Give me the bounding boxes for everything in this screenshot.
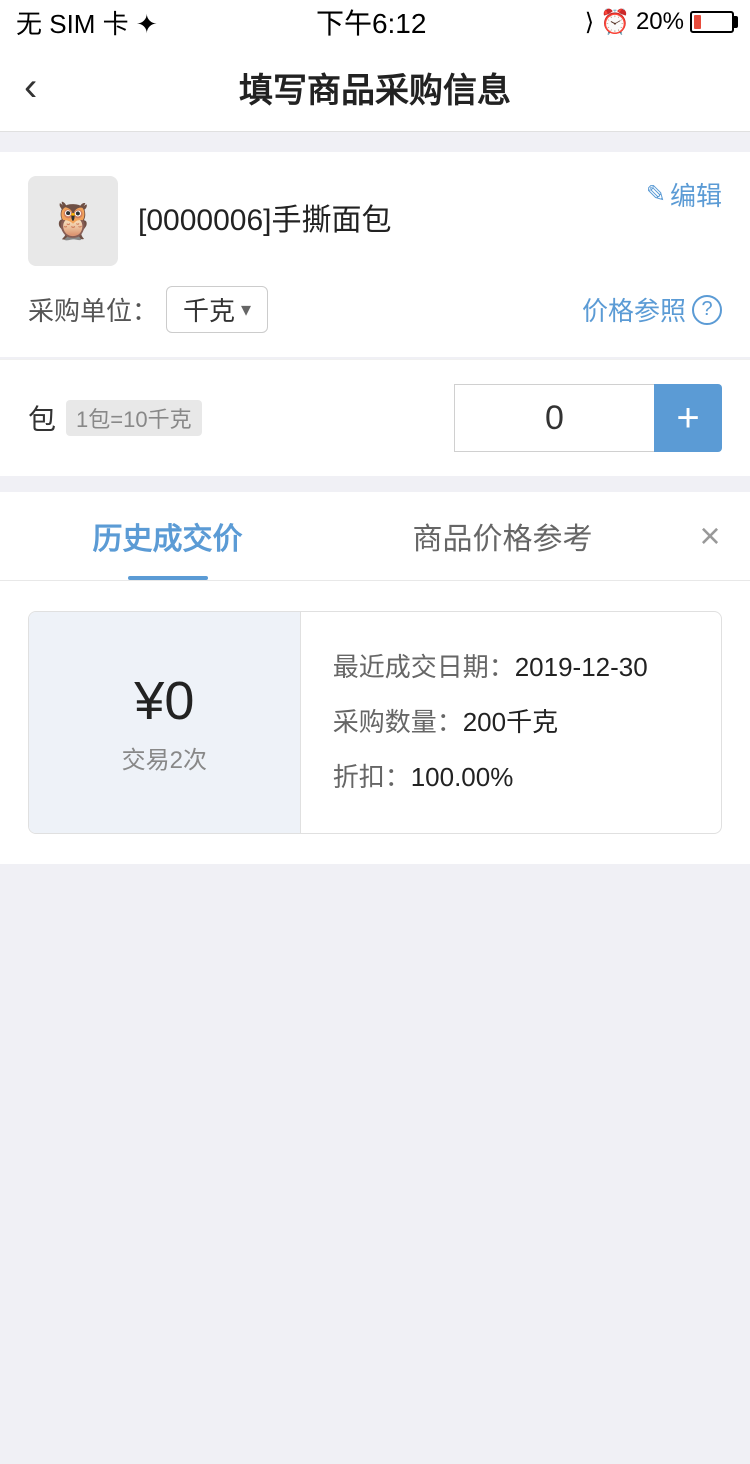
location-icon: ⟩ <box>585 8 594 37</box>
status-right: ⟩ ⏰ 20% <box>585 8 734 37</box>
price-value: 0 <box>164 671 194 731</box>
product-name: [0000006]手撕面包 <box>138 200 391 242</box>
signal-text: 无 SIM 卡 ✦ <box>16 4 158 41</box>
product-unit-row: 采购单位： 千克 ▾ 价格参照 ? <box>28 286 722 333</box>
status-left: 无 SIM 卡 ✦ <box>16 4 158 41</box>
tabs-close-button[interactable]: × <box>670 492 750 580</box>
status-bar: 无 SIM 卡 ✦ 下午6:12 ⟩ ⏰ 20% <box>0 0 750 44</box>
recent-date-label: 最近成交日期： <box>333 652 515 682</box>
battery-percent: 20% <box>636 8 684 36</box>
product-thumbnail: 🦉 <box>28 176 118 266</box>
edit-button[interactable]: ✎ 编辑 <box>646 176 722 213</box>
tabs-header: 历史成交价 商品价格参考 × <box>0 492 750 581</box>
status-time: 下午6:12 <box>316 2 427 42</box>
help-circle-icon: ? <box>692 295 722 325</box>
recent-date-value: 2019-12-30 <box>515 652 648 682</box>
price-amount: ¥0 <box>134 670 194 732</box>
transaction-count: 交易2次 <box>122 740 207 775</box>
qty-unit-name: 包 <box>28 398 56 438</box>
edit-label: 编辑 <box>670 176 722 213</box>
quantity-row: 包 1包=10千克 0 + <box>0 359 750 476</box>
chevron-down-icon: ▾ <box>241 297 251 322</box>
tab-history-price-label: 历史成交价 <box>93 514 243 558</box>
currency-symbol: ¥ <box>134 671 164 731</box>
unit-selector-group: 采购单位： 千克 ▾ <box>28 286 268 333</box>
price-reference-button[interactable]: 价格参照 ? <box>582 291 722 328</box>
product-card: 🦉 [0000006]手撕面包 ✎ 编辑 采购单位： 千克 ▾ 价格参照 ? <box>0 152 750 357</box>
quantity-controls: 0 + <box>454 384 722 452</box>
unit-select[interactable]: 千克 ▾ <box>166 286 268 333</box>
nav-bar: ‹ 填写商品采购信息 <box>0 44 750 132</box>
quantity-input[interactable]: 0 <box>454 384 654 452</box>
discount-value: 100.00% <box>411 762 514 792</box>
qty-conversion: 1包=10千克 <box>66 400 202 436</box>
discount-label: 折扣： <box>333 762 411 792</box>
price-summary: ¥0 交易2次 <box>29 612 301 833</box>
edit-icon: ✎ <box>646 180 666 209</box>
price-ref-label: 价格参照 <box>582 291 686 328</box>
recent-date-row: 最近成交日期：2019-12-30 <box>333 648 689 687</box>
purchase-qty-label: 采购数量： <box>333 707 463 737</box>
product-header: 🦉 [0000006]手撕面包 ✎ 编辑 <box>28 176 722 266</box>
tab-product-price-ref[interactable]: 商品价格参考 <box>335 492 670 580</box>
history-price-card: ¥0 交易2次 最近成交日期：2019-12-30 采购数量：200千克 折扣：… <box>28 611 722 834</box>
quantity-label: 包 1包=10千克 <box>28 398 202 438</box>
tab-product-price-ref-label: 商品价格参考 <box>413 514 593 558</box>
tab-content-history: ¥0 交易2次 最近成交日期：2019-12-30 采购数量：200千克 折扣：… <box>0 581 750 864</box>
product-thumbnail-icon: 🦉 <box>51 200 96 242</box>
alarm-icon: ⏰ <box>600 8 630 37</box>
tabs-section: 历史成交价 商品价格参考 × ¥0 交易2次 最近成交日期：2019-12-30… <box>0 492 750 864</box>
unit-label: 采购单位： <box>28 291 158 328</box>
quantity-plus-button[interactable]: + <box>654 384 722 452</box>
purchase-qty-value: 200千克 <box>463 707 558 737</box>
purchase-qty-row: 采购数量：200千克 <box>333 703 689 742</box>
unit-value: 千克 <box>183 291 235 328</box>
discount-row: 折扣：100.00% <box>333 758 689 797</box>
tab-history-price[interactable]: 历史成交价 <box>0 492 335 580</box>
back-button[interactable]: ‹ <box>24 65 37 110</box>
bottom-area <box>0 864 750 1464</box>
price-details: 最近成交日期：2019-12-30 采购数量：200千克 折扣：100.00% <box>301 612 721 833</box>
page-title: 填写商品采购信息 <box>239 63 511 112</box>
product-info: 🦉 [0000006]手撕面包 <box>28 176 391 266</box>
battery-icon <box>690 11 734 33</box>
